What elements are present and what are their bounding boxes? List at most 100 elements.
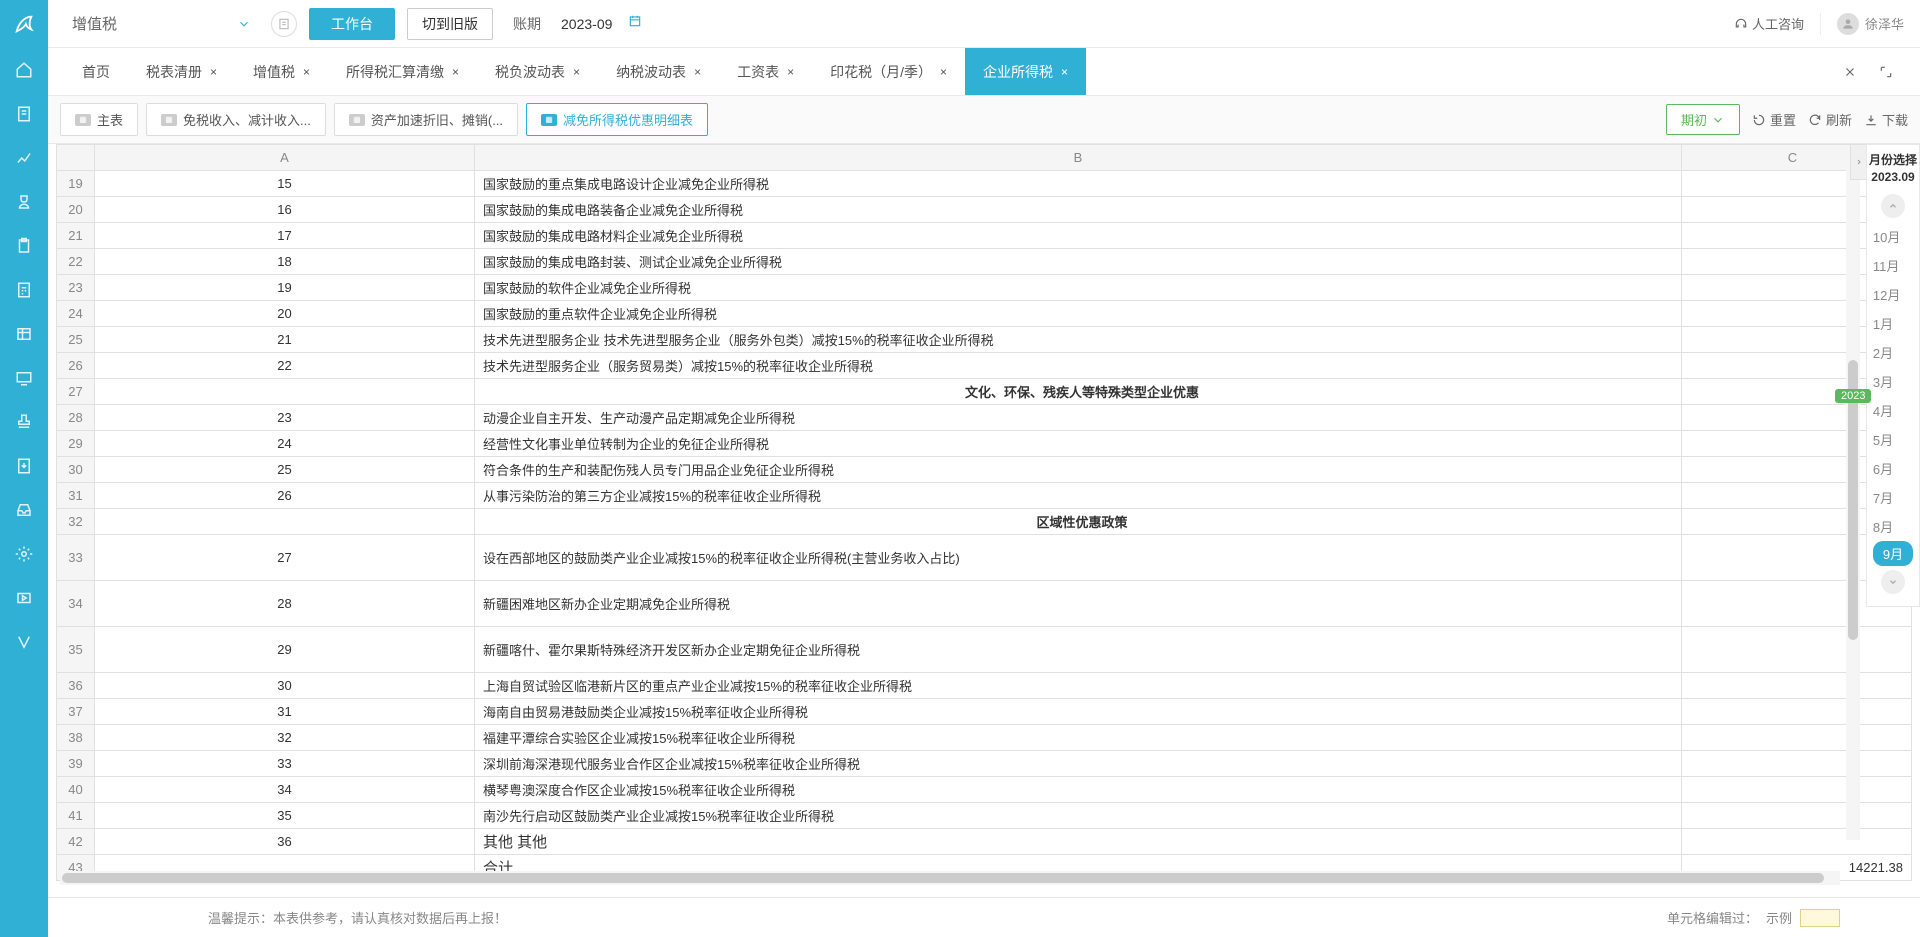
month-item[interactable]: 3月 — [1873, 367, 1913, 396]
tab-close-icon[interactable]: × — [694, 65, 701, 79]
nav-settings-icon[interactable] — [0, 532, 48, 576]
calendar-icon[interactable] — [628, 14, 642, 33]
row-number[interactable]: 22 — [57, 249, 95, 275]
cell-c[interactable] — [1682, 829, 1912, 855]
tab-close-icon[interactable]: × — [452, 65, 459, 79]
cell-b[interactable]: 从事污染防治的第三方企业减按15%的税率征收企业所得税 — [475, 483, 1682, 509]
cell-b[interactable]: 国家鼓励的集成电路装备企业减免企业所得税 — [475, 197, 1682, 223]
row-number[interactable]: 35 — [57, 627, 95, 673]
table-row[interactable]: 3126从事污染防治的第三方企业减按15%的税率征收企业所得税 — [57, 483, 1912, 509]
table-row[interactable]: 2521技术先进型服务企业 技术先进型服务企业（服务外包类）减按15%的税率征收… — [57, 327, 1912, 353]
cell-c[interactable] — [1682, 627, 1912, 673]
nav-screen-icon[interactable] — [0, 356, 48, 400]
month-item[interactable]: 5月 — [1873, 425, 1913, 454]
tab-close-icon[interactable]: × — [787, 65, 794, 79]
download-button[interactable]: 下载 — [1864, 110, 1908, 129]
tab-item[interactable]: 首页 — [64, 48, 128, 95]
cell-b[interactable]: 文化、环保、残疾人等特殊类型企业优惠 — [475, 379, 1682, 405]
cell-b[interactable]: 国家鼓励的集成电路封装、测试企业减免企业所得税 — [475, 249, 1682, 275]
close-tab-icon[interactable] — [1836, 58, 1864, 86]
row-number[interactable]: 29 — [57, 431, 95, 457]
nav-export-icon[interactable] — [0, 444, 48, 488]
cell-a[interactable] — [95, 509, 475, 535]
cell-b[interactable]: 国家鼓励的软件企业减免企业所得税 — [475, 275, 1682, 301]
row-number[interactable]: 23 — [57, 275, 95, 301]
tax-type-dropdown[interactable]: 增值税 — [64, 9, 259, 38]
cell-a[interactable]: 31 — [95, 699, 475, 725]
cell-a[interactable]: 17 — [95, 223, 475, 249]
cell-c[interactable] — [1682, 777, 1912, 803]
table-row[interactable]: 3832福建平潭综合实验区企业减按15%税率征收企业所得税 — [57, 725, 1912, 751]
cell-b[interactable]: 福建平潭综合实验区企业减按15%税率征收企业所得税 — [475, 725, 1682, 751]
cell-b[interactable]: 动漫企业自主开发、生产动漫产品定期减免企业所得税 — [475, 405, 1682, 431]
cell-b[interactable]: 设在西部地区的鼓励类产业企业减按15%的税率征收企业所得税(主营业务收入占比) — [475, 535, 1682, 581]
horizontal-scrollbar[interactable] — [60, 871, 1840, 885]
table-row[interactable]: 3327设在西部地区的鼓励类产业企业减按15%的税率征收企业所得税(主营业务收入… — [57, 535, 1912, 581]
month-item[interactable]: 7月 — [1873, 483, 1913, 512]
workbench-button[interactable]: 工作台 — [309, 8, 395, 40]
cell-b[interactable]: 海南自由贸易港鼓励类企业减按15%税率征收企业所得税 — [475, 699, 1682, 725]
nav-calc-icon[interactable] — [0, 268, 48, 312]
cell-b[interactable]: 国家鼓励的重点软件企业减免企业所得税 — [475, 301, 1682, 327]
cell-a[interactable]: 18 — [95, 249, 475, 275]
expand-icon[interactable] — [1872, 58, 1900, 86]
table-row[interactable]: 2319国家鼓励的软件企业减免企业所得税 — [57, 275, 1912, 301]
cell-b[interactable]: 其他 其他 — [475, 829, 1682, 855]
row-number[interactable]: 31 — [57, 483, 95, 509]
cell-a[interactable]: 35 — [95, 803, 475, 829]
table-row[interactable]: 4034横琴粤澳深度合作区企业减按15%税率征收企业所得税 — [57, 777, 1912, 803]
nav-stamp-icon[interactable] — [0, 400, 48, 444]
row-number[interactable]: 32 — [57, 509, 95, 535]
month-item[interactable]: 11月 — [1873, 251, 1913, 280]
cell-b[interactable]: 技术先进型服务企业（服务贸易类）减按15%的税率征收企业所得税 — [475, 353, 1682, 379]
row-number[interactable]: 34 — [57, 581, 95, 627]
nav-home-icon[interactable] — [0, 48, 48, 92]
table-row[interactable]: 2218国家鼓励的集成电路封装、测试企业减免企业所得税 — [57, 249, 1912, 275]
cell-b[interactable]: 南沙先行启动区鼓励类产业企业减按15%税率征收企业所得税 — [475, 803, 1682, 829]
table-row[interactable]: 3933深圳前海深港现代服务业合作区企业减按15%税率征收企业所得税 — [57, 751, 1912, 777]
row-number[interactable]: 33 — [57, 535, 95, 581]
table-row[interactable]: 32区域性优惠政策 — [57, 509, 1912, 535]
month-item[interactable]: 12月 — [1873, 280, 1913, 309]
tab-close-icon[interactable]: × — [1061, 65, 1068, 79]
table-row[interactable]: 2016国家鼓励的集成电路装备企业减免企业所得税 — [57, 197, 1912, 223]
row-number[interactable]: 27 — [57, 379, 95, 405]
cell-a[interactable]: 20 — [95, 301, 475, 327]
row-number[interactable]: 37 — [57, 699, 95, 725]
month-item[interactable]: 2月 — [1873, 338, 1913, 367]
cell-b[interactable]: 国家鼓励的集成电路材料企业减免企业所得税 — [475, 223, 1682, 249]
tab-item[interactable]: 税负波动表× — [477, 48, 598, 95]
month-item[interactable]: 4月 — [1873, 396, 1913, 425]
cell-a[interactable]: 19 — [95, 275, 475, 301]
month-item[interactable]: 10月 — [1873, 222, 1913, 251]
reset-button[interactable]: 重置 — [1752, 110, 1796, 129]
row-number[interactable]: 19 — [57, 171, 95, 197]
column-header-b[interactable]: B — [475, 145, 1682, 171]
month-prev-icon[interactable] — [1881, 194, 1905, 218]
tab-item[interactable]: 增值税× — [235, 48, 328, 95]
tab-close-icon[interactable]: × — [210, 65, 217, 79]
cell-b[interactable]: 国家鼓励的重点集成电路设计企业减免企业所得税 — [475, 171, 1682, 197]
row-number[interactable]: 38 — [57, 725, 95, 751]
tab-item[interactable]: 印花税（月/季）× — [812, 48, 965, 95]
nav-money-icon[interactable] — [0, 180, 48, 224]
tab-close-icon[interactable]: × — [940, 65, 947, 79]
tab-close-icon[interactable]: × — [573, 65, 580, 79]
row-number[interactable]: 21 — [57, 223, 95, 249]
row-number[interactable]: 25 — [57, 327, 95, 353]
cell-a[interactable] — [95, 379, 475, 405]
cell-c[interactable] — [1682, 725, 1912, 751]
row-number[interactable]: 39 — [57, 751, 95, 777]
cell-a[interactable]: 30 — [95, 673, 475, 699]
row-number[interactable]: 30 — [57, 457, 95, 483]
cell-c[interactable] — [1682, 699, 1912, 725]
nav-clipboard-icon[interactable] — [0, 224, 48, 268]
table-row[interactable]: 4135南沙先行启动区鼓励类产业企业减按15%税率征收企业所得税 — [57, 803, 1912, 829]
cell-b[interactable]: 新疆喀什、霍尔果斯特殊经济开发区新办企业定期免征企业所得税 — [475, 627, 1682, 673]
row-number[interactable]: 28 — [57, 405, 95, 431]
table-row[interactable]: 1915国家鼓励的重点集成电路设计企业减免企业所得税 — [57, 171, 1912, 197]
cell-a[interactable]: 32 — [95, 725, 475, 751]
cell-a[interactable]: 27 — [95, 535, 475, 581]
subtab-item[interactable]: ▦主表 — [60, 103, 138, 136]
row-number[interactable]: 41 — [57, 803, 95, 829]
